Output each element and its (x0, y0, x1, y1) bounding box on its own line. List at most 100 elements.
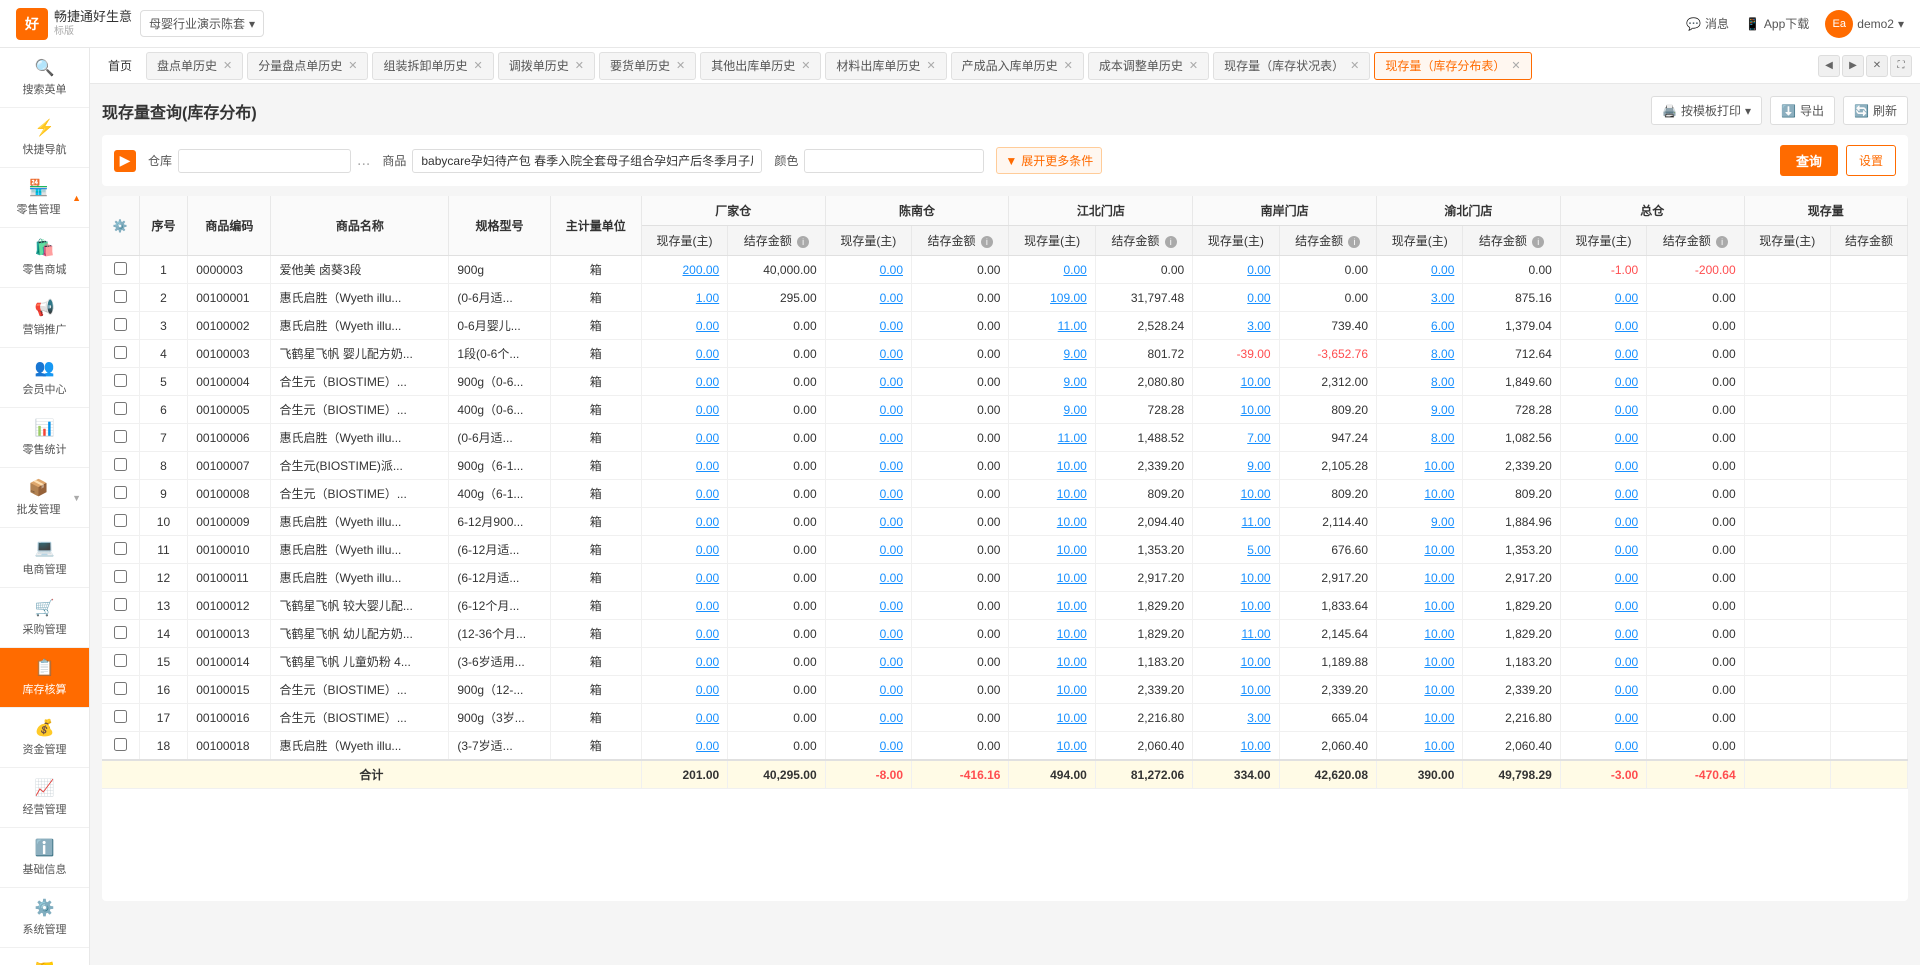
row-yb-stock[interactable]: 9.00 (1377, 396, 1463, 424)
row-na-stock[interactable]: 3.00 (1193, 312, 1279, 340)
row-f-stock[interactable]: 0.00 (641, 312, 727, 340)
row-f-stock[interactable]: 0.00 (641, 396, 727, 424)
row-checkbox-cell[interactable] (102, 396, 139, 424)
row-na-stock[interactable]: 10.00 (1193, 648, 1279, 676)
expand-conditions-btn[interactable]: ▼ 展开更多条件 (996, 147, 1102, 174)
print-btn[interactable]: 🖨️ 按模板打印 ▾ (1651, 96, 1762, 125)
row-cn-stock[interactable]: 0.00 (825, 592, 911, 620)
row-checkbox[interactable] (114, 430, 127, 443)
row-total-stock[interactable]: 0.00 (1560, 704, 1646, 732)
row-checkbox[interactable] (114, 458, 127, 471)
row-na-stock[interactable]: 7.00 (1193, 424, 1279, 452)
sidebar-item-quicknav[interactable]: ⚡ 快捷导航 (0, 108, 89, 168)
query-btn[interactable]: 查询 (1780, 145, 1838, 176)
app-download-btn[interactable]: 📱 App下载 (1745, 15, 1809, 32)
tab-assembly[interactable]: 组装拆卸单历史 ✕ (372, 52, 493, 80)
row-cn-stock[interactable]: 0.00 (825, 396, 911, 424)
row-checkbox-cell[interactable] (102, 732, 139, 761)
warehouse-input[interactable] (178, 149, 351, 173)
row-total-stock[interactable]: 0.00 (1560, 340, 1646, 368)
user-profile[interactable]: Ea demo2 ▾ (1825, 10, 1904, 38)
row-f-stock[interactable]: 0.00 (641, 536, 727, 564)
row-cn-stock[interactable]: 0.00 (825, 452, 911, 480)
export-btn[interactable]: ⬇️ 导出 (1770, 96, 1835, 125)
row-checkbox-cell[interactable] (102, 284, 139, 312)
row-na-stock[interactable]: 11.00 (1193, 508, 1279, 536)
row-na-stock[interactable]: -39.00 (1193, 340, 1279, 368)
row-total-stock[interactable]: 0.00 (1560, 284, 1646, 312)
row-jb-stock[interactable]: 10.00 (1009, 564, 1095, 592)
tab-product-in[interactable]: 产成品入库单历史 ✕ (951, 52, 1084, 80)
row-jb-stock[interactable]: 0.00 (1009, 256, 1095, 284)
row-na-stock[interactable]: 10.00 (1193, 564, 1279, 592)
row-yb-stock[interactable]: 10.00 (1377, 732, 1463, 761)
row-checkbox[interactable] (114, 402, 127, 415)
row-checkbox[interactable] (114, 570, 127, 583)
sidebar-item-wholesale[interactable]: 📦 批发管理 ▼ (0, 468, 89, 528)
row-checkbox[interactable] (114, 682, 127, 695)
row-f-stock[interactable]: 0.00 (641, 424, 727, 452)
refresh-btn[interactable]: 🔄 刷新 (1843, 96, 1908, 125)
row-f-stock[interactable]: 0.00 (641, 368, 727, 396)
row-total-stock[interactable]: 0.00 (1560, 508, 1646, 536)
row-checkbox-cell[interactable] (102, 340, 139, 368)
row-jb-stock[interactable]: 10.00 (1009, 536, 1095, 564)
row-checkbox[interactable] (114, 486, 127, 499)
tab-stocktaking2[interactable]: 分量盘点单历史 ✕ (247, 52, 368, 80)
sidebar-item-basic-info[interactable]: ℹ️ 基础信息 (0, 828, 89, 888)
row-f-stock[interactable]: 0.00 (641, 648, 727, 676)
close-icon[interactable]: ✕ (348, 59, 357, 72)
row-cn-stock[interactable]: 0.00 (825, 480, 911, 508)
row-checkbox-cell[interactable] (102, 508, 139, 536)
tab-cost-adjust[interactable]: 成本调整单历史 ✕ (1088, 52, 1209, 80)
row-cn-stock[interactable]: 0.00 (825, 564, 911, 592)
sidebar-item-retail-mgmt[interactable]: 🏪 零售管理 ▲ (0, 168, 89, 228)
close-icon[interactable]: ✕ (801, 59, 810, 72)
row-total-stock[interactable]: 0.00 (1560, 536, 1646, 564)
row-checkbox-cell[interactable] (102, 648, 139, 676)
settings-gear-icon[interactable]: ⚙️ (113, 219, 128, 233)
info-icon3[interactable]: i (1165, 236, 1177, 248)
row-yb-stock[interactable]: 8.00 (1377, 340, 1463, 368)
row-checkbox[interactable] (114, 290, 127, 303)
row-cn-stock[interactable]: 0.00 (825, 312, 911, 340)
row-na-stock[interactable]: 5.00 (1193, 536, 1279, 564)
row-cn-stock[interactable]: 0.00 (825, 508, 911, 536)
row-yb-stock[interactable]: 10.00 (1377, 452, 1463, 480)
product-input[interactable] (412, 149, 762, 173)
row-checkbox-cell[interactable] (102, 536, 139, 564)
row-cn-stock[interactable]: 0.00 (825, 676, 911, 704)
sidebar-item-enterprise[interactable]: 🤝 企业协同 (0, 948, 89, 965)
row-jb-stock[interactable]: 10.00 (1009, 452, 1095, 480)
row-total-stock[interactable]: 0.00 (1560, 592, 1646, 620)
row-cn-stock[interactable]: 0.00 (825, 732, 911, 761)
row-na-stock[interactable]: 10.00 (1193, 732, 1279, 761)
row-checkbox[interactable] (114, 374, 127, 387)
close-icon[interactable]: ✕ (1189, 59, 1198, 72)
row-f-stock[interactable]: 0.00 (641, 620, 727, 648)
sidebar-item-retail-mall[interactable]: 🛍️ 零售商城 (0, 228, 89, 288)
row-yb-stock[interactable]: 10.00 (1377, 648, 1463, 676)
row-cn-stock[interactable]: 0.00 (825, 620, 911, 648)
row-jb-stock[interactable]: 10.00 (1009, 480, 1095, 508)
row-yb-stock[interactable]: 6.00 (1377, 312, 1463, 340)
sidebar-item-search[interactable]: 🔍 搜索英单 (0, 48, 89, 108)
row-na-stock[interactable]: 3.00 (1193, 704, 1279, 732)
row-cn-stock[interactable]: 0.00 (825, 648, 911, 676)
row-na-stock[interactable]: 0.00 (1193, 284, 1279, 312)
row-checkbox[interactable] (114, 346, 127, 359)
sidebar-item-system[interactable]: ⚙️ 系统管理 (0, 888, 89, 948)
close-icon[interactable]: ✕ (676, 59, 685, 72)
sidebar-item-operations[interactable]: 📈 经营管理 (0, 768, 89, 828)
sidebar-item-member[interactable]: 👥 会员中心 (0, 348, 89, 408)
row-jb-stock[interactable]: 10.00 (1009, 508, 1095, 536)
row-yb-stock[interactable]: 10.00 (1377, 480, 1463, 508)
tab-stock-dist[interactable]: 现存量（库存分布表） ✕ (1374, 52, 1531, 80)
row-checkbox-cell[interactable] (102, 480, 139, 508)
row-jb-stock[interactable]: 109.00 (1009, 284, 1095, 312)
row-yb-stock[interactable]: 9.00 (1377, 508, 1463, 536)
row-yb-stock[interactable]: 0.00 (1377, 256, 1463, 284)
info-icon5[interactable]: i (1532, 236, 1544, 248)
row-yb-stock[interactable]: 3.00 (1377, 284, 1463, 312)
row-f-stock[interactable]: 0.00 (641, 480, 727, 508)
